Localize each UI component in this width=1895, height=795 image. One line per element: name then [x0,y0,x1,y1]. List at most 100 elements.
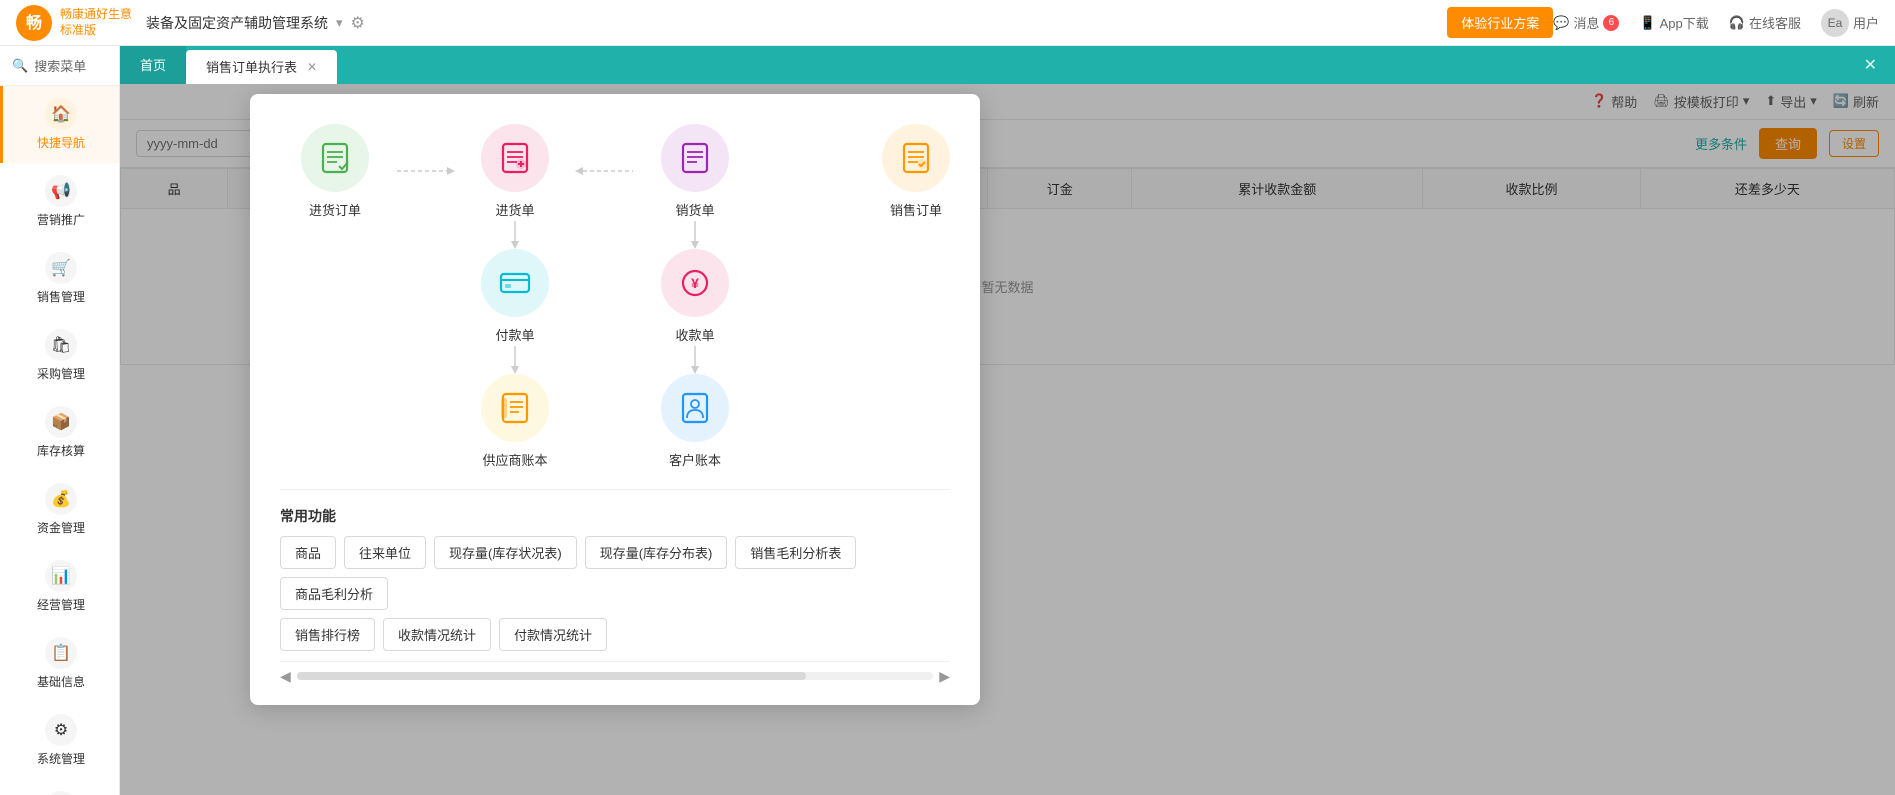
sidebar-item-sales[interactable]: 🛒 销售管理 [0,240,119,317]
cf-btn-sales-rank[interactable]: 销售排行榜 [280,618,375,651]
app-download-btn[interactable]: 📱 App下载 [1639,13,1708,32]
sidebar-item-finance[interactable]: 💰 资金管理 [0,471,119,548]
flow-item-sales-order-top[interactable]: 销售订单 [882,124,950,219]
sidebar-label-purchase: 采购管理 [37,365,85,382]
headset-icon: 🎧 [1729,15,1745,31]
sidebar-item-marketing[interactable]: 📢 营销推广 [0,163,119,240]
sidebar-label-system: 系统管理 [37,750,85,767]
operation-icon: 📊 [45,560,77,592]
cf-btn-payment-stats[interactable]: 付款情况统计 [499,618,607,651]
search-menu-label: 搜索菜单 [34,56,86,75]
content-area: 首页 销售订单执行表 ✕ ✕ ❓ 帮助 🖨 [120,46,1895,795]
flow-label-payment: 付款单 [495,325,534,344]
flow-item-customer-ledger[interactable]: 客户账本 [661,374,729,469]
tab-home[interactable]: 首页 [120,46,186,84]
phone-icon: 📱 [1639,15,1655,31]
flow-diagram: 进货订单 进货单 [280,124,950,469]
scroll-left-btn[interactable]: ◀ [280,668,291,685]
search-icon: 🔍 [12,58,28,74]
header-right: 💬 消息 6 📱 App下载 🎧 在线客服 Ea 用户 [1553,9,1879,37]
cf-btn-stock-status[interactable]: 现存量(库存状况表) [434,536,577,569]
flow-item-supplier-ledger[interactable]: 供应商账本 [481,374,549,469]
cf-btn-partner[interactable]: 往来单位 [344,536,426,569]
modal-overlay[interactable]: 进货订单 进货单 [120,84,1895,795]
marketing-icon: 📢 [45,175,77,207]
cf-btn-stock-dist[interactable]: 现存量(库存分布表) [585,536,728,569]
message-icon: 💬 [1553,15,1569,31]
user-btn[interactable]: Ea 用户 [1821,9,1879,37]
sales-slip-circle [661,124,729,192]
cf-btn-sales-profit[interactable]: 销售毛利分析表 [735,536,856,569]
sidebar-item-inventory[interactable]: 📦 库存核算 [0,394,119,471]
arrow-collection-down [688,344,702,374]
sidebar-label-marketing: 营销推广 [37,211,85,228]
message-btn[interactable]: 💬 消息 6 [1553,13,1619,32]
flow-item-purchase-order[interactable]: 进货订单 [301,124,369,219]
logo-text-line2: 标准版 [60,23,132,39]
system-icon: ⚙ [45,714,77,746]
sidebar-item-collab[interactable]: 🤝 企业协同 [0,779,119,795]
main-layout: 🔍 搜索菜单 🏠 快捷导航 📢 营销推广 🛒 销售管理 🛍 采购管理 📦 库存核… [0,46,1895,795]
service-btn[interactable]: 🎧 在线客服 [1729,13,1801,32]
sidebar-item-system[interactable]: ⚙ 系统管理 [0,702,119,779]
sidebar-item-basic[interactable]: 📋 基础信息 [0,625,119,702]
search-menu[interactable]: 🔍 搜索菜单 [0,46,119,86]
basic-icon: 📋 [45,637,77,669]
home-tab-label: 首页 [140,55,166,74]
finance-icon: 💰 [45,483,77,515]
supplier-ledger-circle [481,374,549,442]
settings-icon[interactable]: ⚙ [351,13,365,33]
sidebar-label-inventory: 库存核算 [37,442,85,459]
arrow-payment-down [508,344,522,374]
flow-label-supplier-ledger: 供应商账本 [482,450,547,469]
arrow-sales-slip-down [688,219,702,249]
close-all-btn[interactable]: ✕ [1856,51,1885,79]
quicknav-icon: 🏠 [45,98,77,130]
payment-circle [481,249,549,317]
user-label: 用户 [1853,13,1879,32]
flow-item-sales-slip[interactable]: 销货单 [661,124,729,219]
flow-label-collection: 收款单 [675,325,714,344]
cf-btn-goods[interactable]: 商品 [280,536,336,569]
cf-btns-row1: 商品 往来单位 现存量(库存状况表) 现存量(库存分布表) 销售毛利分析表 商品… [280,536,950,610]
sidebar-label-operation: 经营管理 [37,596,85,613]
top-header: 畅 畅康通好生意 标准版 装备及固定资产辅助管理系统 ▾ ⚙ 体验行业方案 💬 … [0,0,1895,46]
dropdown-icon[interactable]: ▾ [336,15,343,31]
message-badge: 6 [1603,15,1619,31]
flow-item-collection[interactable]: ¥ 收款单 [661,249,729,344]
modal-scrollbar: ◀ ▶ [280,661,950,685]
inventory-icon: 📦 [45,406,77,438]
sales-order-circle [882,124,950,192]
flow-label-customer-ledger: 客户账本 [669,450,721,469]
sidebar-item-operation[interactable]: 📊 经营管理 [0,548,119,625]
logo-icon: 畅 [16,5,52,41]
sidebar: 🔍 搜索菜单 🏠 快捷导航 📢 营销推广 🛒 销售管理 🛍 采购管理 📦 库存核… [0,46,120,795]
sidebar-label-basic: 基础信息 [37,673,85,690]
service-label: 在线客服 [1749,13,1801,32]
arrow-receipt-down [508,219,522,249]
sidebar-item-purchase[interactable]: 🛍 采购管理 [0,317,119,394]
sales-order-tab-label: 销售订单执行表 [206,57,297,76]
arrow-sales-order-to-sales [575,164,635,178]
try-btn[interactable]: 体验行业方案 [1447,7,1553,38]
sidebar-label-sales: 销售管理 [37,288,85,305]
purchase-order-circle [301,124,369,192]
sidebar-item-quicknav[interactable]: 🏠 快捷导航 [0,86,119,163]
cf-btn-goods-profit[interactable]: 商品毛利分析 [280,577,388,610]
scrollbar-track[interactable] [297,672,933,680]
app-label: App下载 [1660,13,1709,32]
tab-close-icon[interactable]: ✕ [307,60,317,74]
common-functions: 常用功能 商品 往来单位 现存量(库存状况表) 现存量(库存分布表) 销售毛利分… [280,489,950,651]
cf-btn-collection-stats[interactable]: 收款情况统计 [383,618,491,651]
flow-item-receipt[interactable]: 进货单 [481,124,549,219]
modal-box: 进货订单 进货单 [250,94,980,705]
flow-label-sales-slip: 销货单 [675,200,714,219]
avatar: Ea [1821,9,1849,37]
svg-text:¥: ¥ [691,275,699,291]
tab-sales-order[interactable]: 销售订单执行表 ✕ [186,50,337,84]
flow-label-receipt: 进货单 [495,200,534,219]
flow-item-payment[interactable]: 付款单 [481,249,549,344]
cf-btns-row2: 销售排行榜 收款情况统计 付款情况统计 [280,618,950,651]
scroll-right-btn[interactable]: ▶ [939,668,950,685]
collection-circle: ¥ [661,249,729,317]
